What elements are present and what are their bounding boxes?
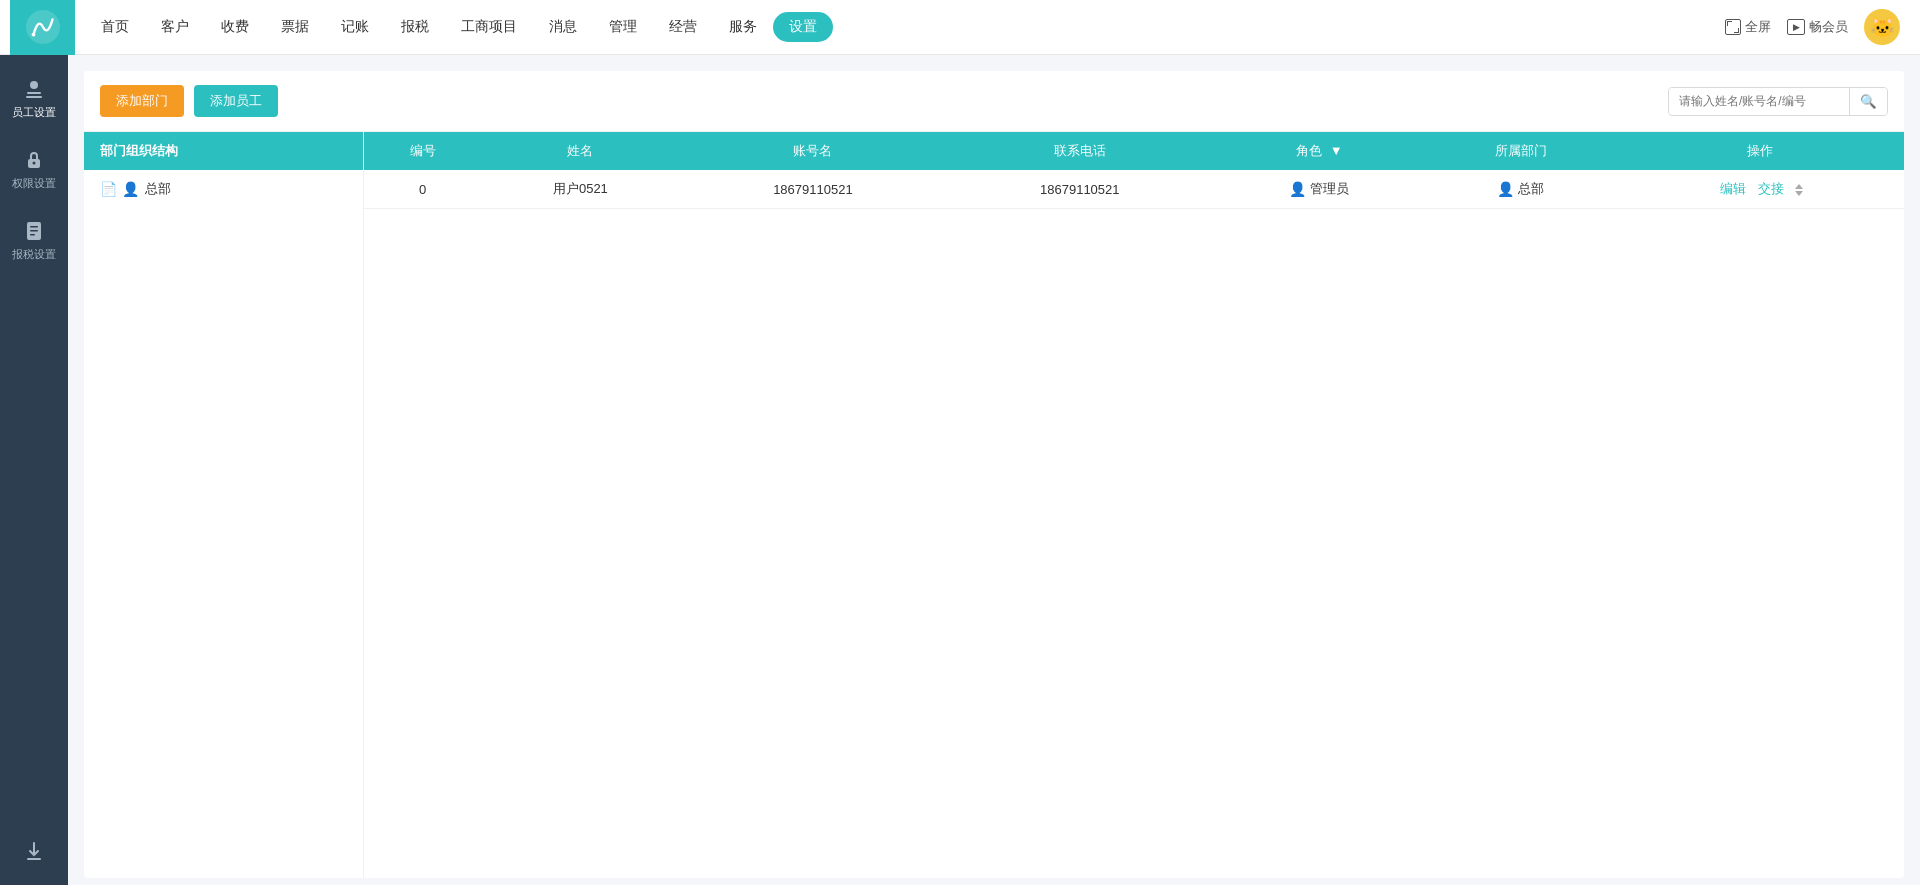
- tax-icon: [22, 219, 46, 243]
- scroll-up-icon[interactable]: [1795, 184, 1803, 189]
- nav-item-message[interactable]: 消息: [533, 12, 593, 42]
- dept-tree-item-general[interactable]: 📄 👤 总部: [84, 170, 363, 208]
- cell-dept: 👤 总部: [1426, 170, 1616, 209]
- cell-account: 18679110521: [679, 170, 946, 209]
- table-row: 0 用户0521 18679110521 18679110521 👤 管理员 👤…: [364, 170, 1904, 209]
- svg-rect-8: [30, 226, 38, 228]
- download-icon: [22, 839, 46, 863]
- dept-tree-header: 部门组织结构: [84, 132, 363, 170]
- search-icon: 🔍: [1860, 94, 1877, 109]
- svg-point-2: [30, 81, 38, 89]
- cell-name: 用户0521: [481, 170, 679, 209]
- sidebar-item-employee[interactable]: 员工设置: [0, 65, 68, 132]
- svg-rect-11: [27, 858, 41, 860]
- nav-item-accounting[interactable]: 记账: [325, 12, 385, 42]
- sidebar-download-button[interactable]: [0, 827, 68, 875]
- table-header: 编号 姓名 账号名 联系电话 角色 ▼ 所属部门 操作: [364, 132, 1904, 170]
- sidebar: 员工设置 权限设置 报税设置: [0, 55, 68, 885]
- filter-icon[interactable]: ▼: [1330, 143, 1343, 158]
- fullscreen-button[interactable]: 全屏: [1725, 18, 1771, 36]
- cell-phone: 18679110521: [946, 170, 1213, 209]
- nav-item-home[interactable]: 首页: [85, 12, 145, 42]
- add-employee-button[interactable]: 添加员工: [194, 85, 278, 117]
- main-content: 添加部门 添加员工 🔍 部门组织结构 📄 👤 总部: [68, 55, 1920, 885]
- sidebar-item-permission[interactable]: 权限设置: [0, 136, 68, 203]
- nav-items: 首页 客户 收费 票据 记账 报税 工商项目 消息 管理 经营 服务 设置: [75, 12, 1725, 42]
- fullscreen-icon: [1725, 19, 1741, 35]
- content-area: 添加部门 添加员工 🔍 部门组织结构 📄 👤 总部: [84, 71, 1904, 878]
- col-phone: 联系电话: [946, 132, 1213, 170]
- person-settings-icon: [22, 77, 46, 101]
- add-dept-button[interactable]: 添加部门: [100, 85, 184, 117]
- svg-point-6: [33, 162, 36, 165]
- sidebar-bottom: [0, 827, 68, 885]
- cell-actions: 编辑 交接: [1615, 170, 1904, 209]
- col-id: 编号: [364, 132, 481, 170]
- nav-item-invoice[interactable]: 票据: [265, 12, 325, 42]
- cell-role: 👤 管理员: [1213, 170, 1425, 209]
- svg-rect-10: [30, 234, 35, 236]
- employee-table: 编号 姓名 账号名 联系电话 角色 ▼ 所属部门 操作: [364, 132, 1904, 209]
- lock-icon: [22, 148, 46, 172]
- avatar[interactable]: 🐱: [1864, 9, 1900, 45]
- nav-item-customer[interactable]: 客户: [145, 12, 205, 42]
- vip-label: 畅会员: [1809, 18, 1848, 36]
- employee-table-area: 编号 姓名 账号名 联系电话 角色 ▼ 所属部门 操作: [364, 132, 1904, 878]
- svg-rect-4: [26, 96, 42, 98]
- nav-item-tax[interactable]: 报税: [385, 12, 445, 42]
- col-name: 姓名: [481, 132, 679, 170]
- col-role: 角色 ▼: [1213, 132, 1425, 170]
- top-navigation: 首页 客户 收费 票据 记账 报税 工商项目 消息 管理 经营 服务 设置 全屏…: [0, 0, 1920, 55]
- sidebar-employee-label: 员工设置: [12, 105, 56, 120]
- svg-point-1: [31, 33, 35, 37]
- search-input[interactable]: [1669, 88, 1849, 114]
- transfer-link[interactable]: 交接: [1758, 181, 1784, 196]
- nav-item-operation[interactable]: 经营: [653, 12, 713, 42]
- svg-rect-9: [30, 230, 38, 232]
- cell-id: 0: [364, 170, 481, 209]
- search-box: 🔍: [1668, 87, 1888, 116]
- two-col-layout: 部门组织结构 📄 👤 总部 编号 姓名 账号名: [84, 132, 1904, 878]
- fullscreen-label: 全屏: [1745, 18, 1771, 36]
- dept-name: 总部: [145, 180, 171, 198]
- role-name: 管理员: [1310, 180, 1349, 198]
- search-button[interactable]: 🔍: [1849, 88, 1887, 115]
- col-account: 账号名: [679, 132, 946, 170]
- nav-item-business[interactable]: 工商项目: [445, 12, 533, 42]
- main-layout: 员工设置 权限设置 报税设置: [0, 55, 1920, 885]
- nav-item-manage[interactable]: 管理: [593, 12, 653, 42]
- sidebar-permission-label: 权限设置: [12, 176, 56, 191]
- role-user-icon: 👤: [1289, 181, 1306, 197]
- vip-icon: ▶: [1787, 19, 1805, 35]
- sidebar-tax-label: 报税设置: [12, 247, 56, 262]
- scroll-down-icon[interactable]: [1795, 191, 1803, 196]
- user-icon-small: 👤: [122, 181, 139, 197]
- edit-link[interactable]: 编辑: [1720, 181, 1746, 196]
- dept-tree: 部门组织结构 📄 👤 总部: [84, 132, 364, 878]
- nav-right: 全屏 ▶ 畅会员 🐱: [1725, 9, 1900, 45]
- dept-user-icon: 👤: [1497, 181, 1514, 197]
- toolbar: 添加部门 添加员工 🔍: [84, 71, 1904, 132]
- table-body: 0 用户0521 18679110521 18679110521 👤 管理员 👤…: [364, 170, 1904, 209]
- col-dept: 所属部门: [1426, 132, 1616, 170]
- file-icon: 📄: [100, 181, 116, 197]
- nav-item-settings[interactable]: 设置: [773, 12, 833, 42]
- svg-rect-3: [27, 92, 41, 94]
- logo: [10, 0, 75, 55]
- dept-name-cell: 总部: [1518, 180, 1544, 198]
- sidebar-item-tax-settings[interactable]: 报税设置: [0, 207, 68, 274]
- vip-button[interactable]: ▶ 畅会员: [1787, 18, 1848, 36]
- nav-item-fee[interactable]: 收费: [205, 12, 265, 42]
- nav-item-service[interactable]: 服务: [713, 12, 773, 42]
- col-actions: 操作: [1615, 132, 1904, 170]
